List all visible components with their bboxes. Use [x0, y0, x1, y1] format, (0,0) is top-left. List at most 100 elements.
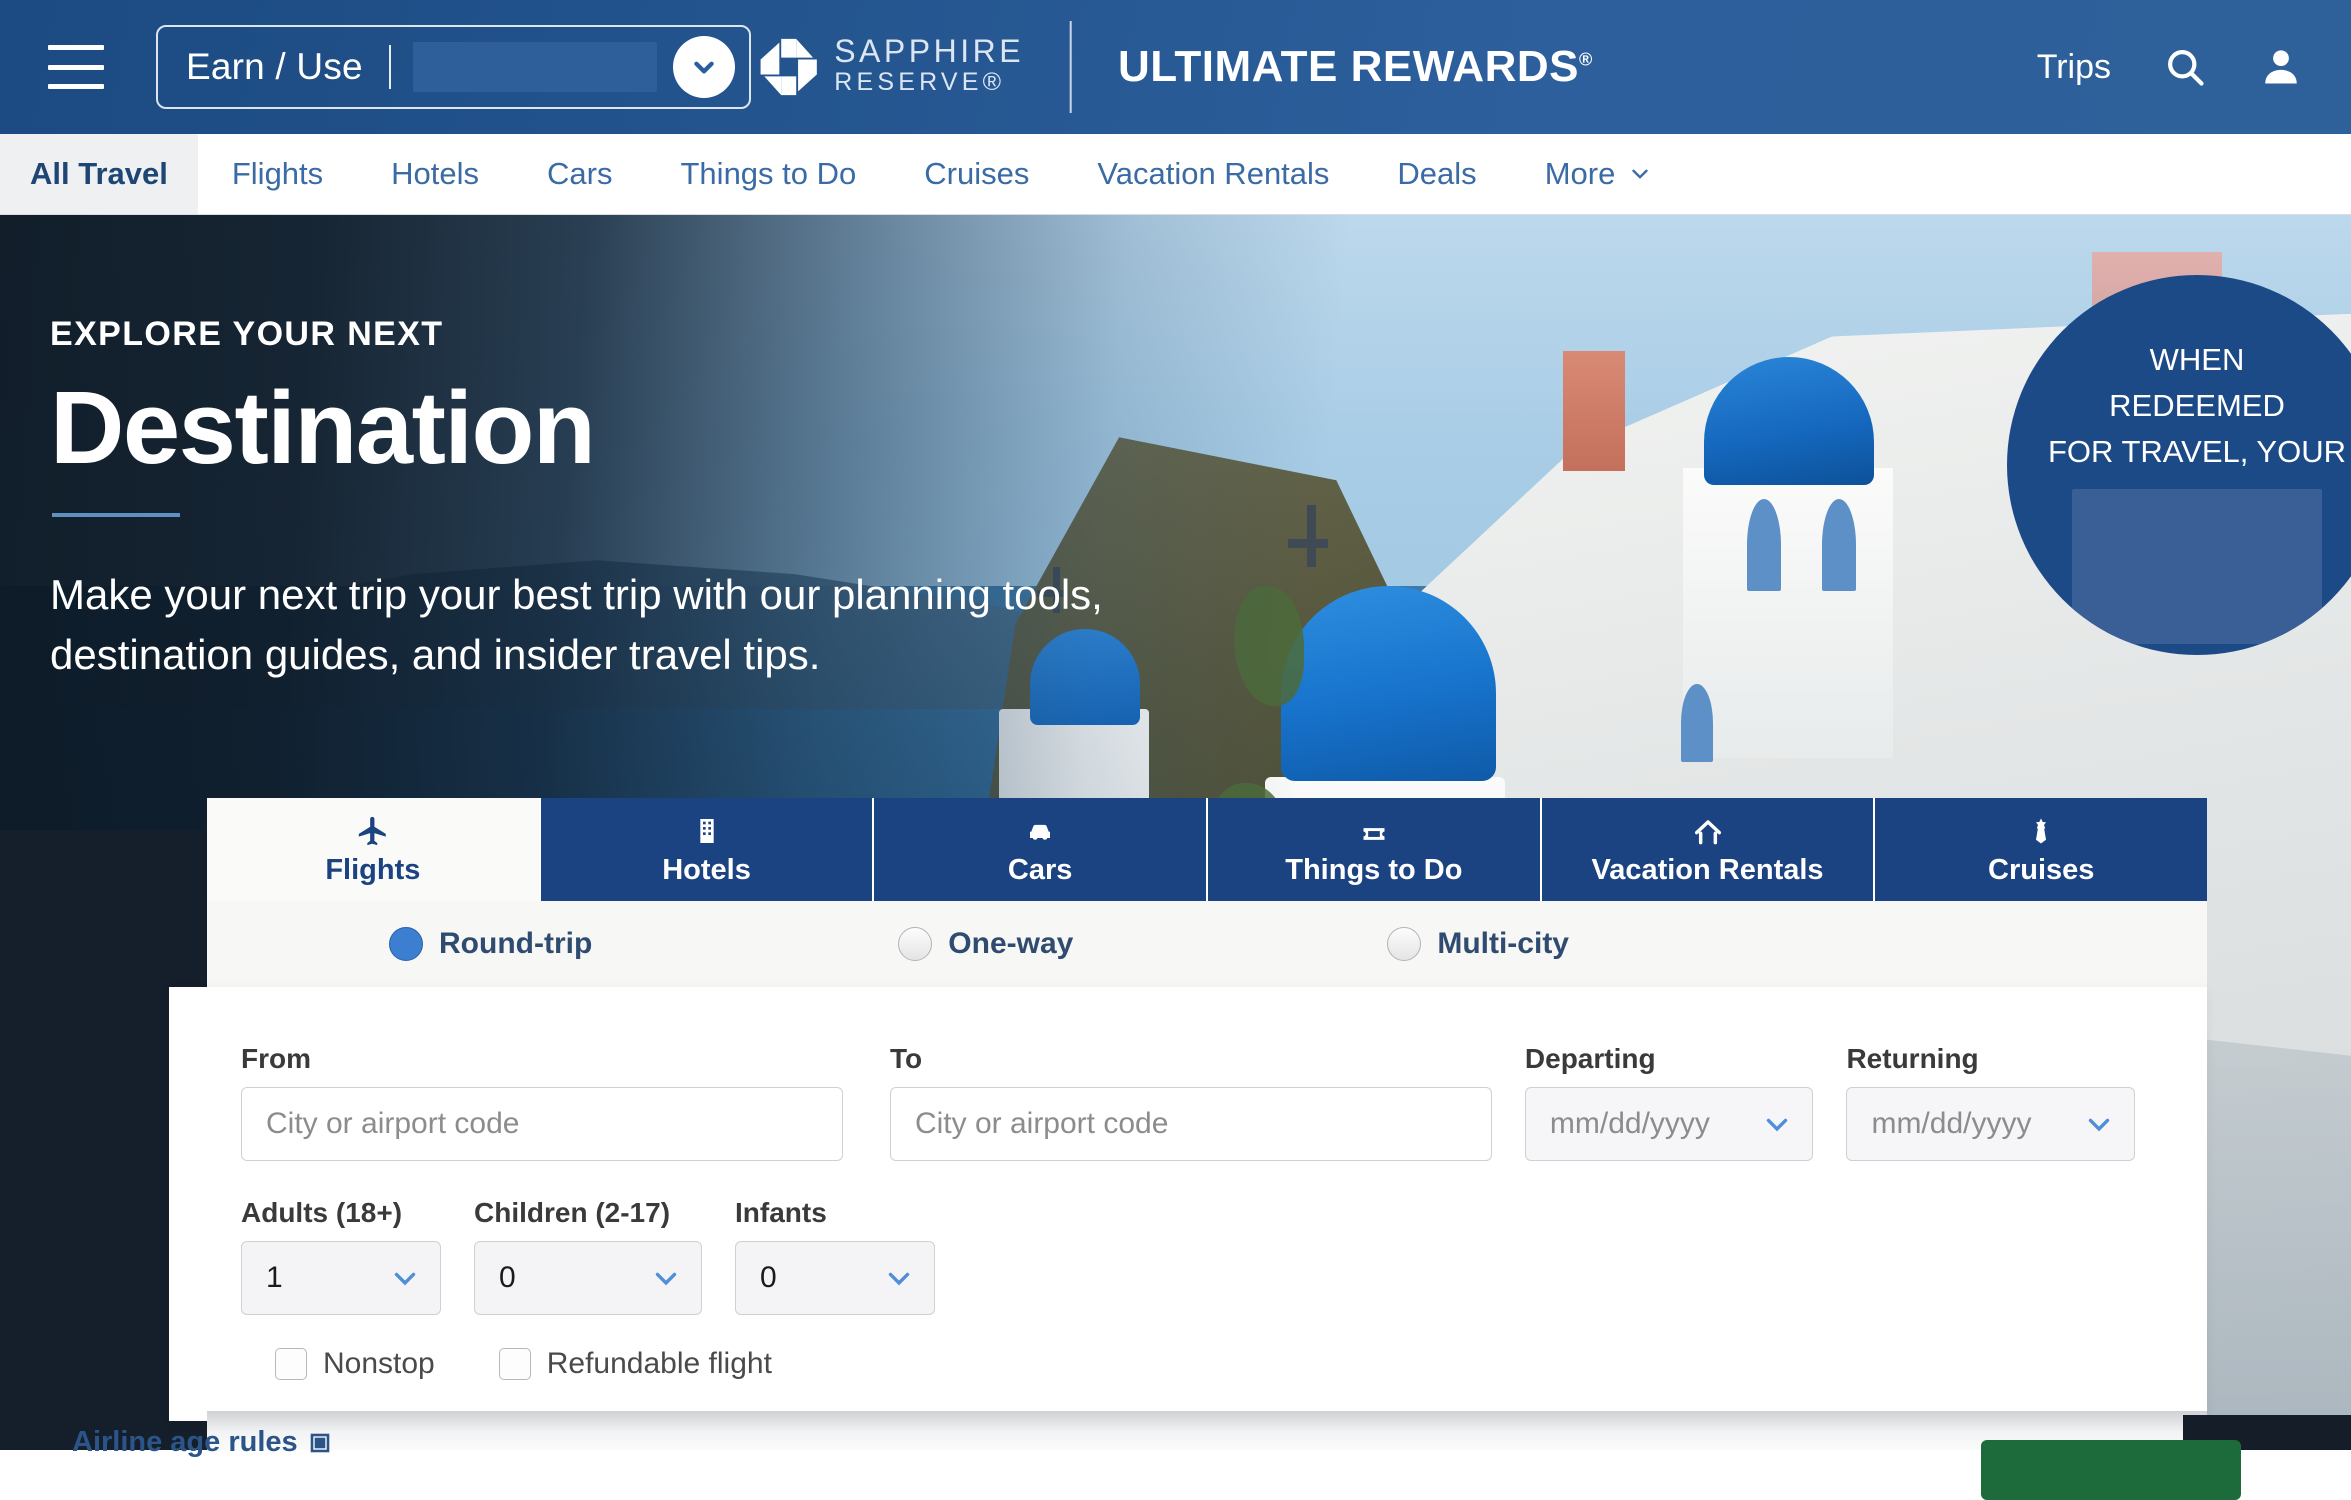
- trip-type-multi-city[interactable]: Multi-city: [1387, 927, 1569, 961]
- children-label: Children (2-17): [474, 1197, 671, 1228]
- departing-date-input[interactable]: mm/dd/yyyy: [1524, 1087, 1814, 1161]
- primary-navigation: All Travel Flights Hotels Cars Things to…: [0, 134, 2351, 215]
- chase-sapphire-reserve-logo[interactable]: SAPPHIRE RESERVE®: [758, 35, 1024, 98]
- page-title: Destination: [50, 370, 596, 485]
- external-link-icon: [308, 1431, 332, 1455]
- ultimate-rewards-text: ULTIMATE REWARDS: [1118, 42, 1580, 91]
- header-right-actions: Trips: [2037, 45, 2303, 89]
- adults-select[interactable]: 1: [241, 1241, 441, 1315]
- nav-label: Cars: [547, 156, 613, 191]
- returning-field-group: Returning mm/dd/yyyy: [1846, 1043, 2135, 1161]
- children-select[interactable]: 0: [474, 1241, 702, 1315]
- chevron-down-icon[interactable]: [649, 1261, 683, 1295]
- nav-label: Cruises: [924, 156, 1030, 191]
- tab-cruises[interactable]: Cruises: [1875, 798, 2208, 901]
- registered-mark: ®: [1579, 49, 1593, 70]
- top-header: Earn / Use SAPPHIRE RESERVE® ULTIMATE RE…: [0, 0, 2351, 134]
- tab-label: Hotels: [662, 854, 751, 886]
- hero-eyebrow: EXPLORE YOUR NEXT: [50, 315, 444, 353]
- badge-line-3: FOR TRAVEL, YOUR: [2047, 433, 2346, 469]
- nav-item-hotels[interactable]: Hotels: [357, 134, 513, 214]
- trips-link[interactable]: Trips: [2037, 48, 2111, 87]
- form-row-locations-dates: From City or airport code To City or air…: [241, 1043, 2135, 1161]
- departing-label: Departing: [1524, 1043, 1656, 1074]
- chevron-down-icon[interactable]: [882, 1261, 916, 1295]
- chevron-down-icon[interactable]: [388, 1261, 422, 1295]
- brand-divider: [1070, 21, 1073, 113]
- tab-vacation-rentals[interactable]: Vacation Rentals: [1541, 798, 1876, 901]
- chevron-down-icon[interactable]: [673, 36, 735, 98]
- refundable-option[interactable]: Refundable flight: [498, 1347, 772, 1381]
- nav-item-more[interactable]: More: [1511, 134, 1688, 214]
- chevron-down-icon: [1627, 161, 1653, 187]
- infants-value: 0: [760, 1261, 777, 1294]
- to-label: To: [889, 1043, 923, 1074]
- booking-tabs: Flights Hotels Cars Things to Do Vacatio…: [207, 798, 2208, 901]
- returning-placeholder: mm/dd/yyyy: [1871, 1107, 2032, 1140]
- nav-item-flights[interactable]: Flights: [198, 134, 357, 214]
- nav-label: More: [1544, 156, 1616, 191]
- to-placeholder: City or airport code: [914, 1107, 1169, 1140]
- sapphire-reserve-wordmark: SAPPHIRE RESERVE®: [834, 35, 1024, 98]
- adults-value: 1: [266, 1261, 283, 1294]
- nav-item-things-to-do[interactable]: Things to Do: [647, 134, 891, 214]
- booking-widget: Flights Hotels Cars Things to Do Vacatio…: [169, 798, 2208, 1421]
- user-account-icon[interactable]: [2259, 45, 2303, 89]
- badge-line-2: REDEEMED: [2109, 387, 2285, 423]
- returning-label: Returning: [1846, 1043, 1979, 1074]
- tab-label: Things to Do: [1285, 854, 1463, 886]
- hero-divider-rule: [52, 513, 180, 517]
- tab-things-to-do[interactable]: Things to Do: [1208, 798, 1542, 901]
- hotel-building-icon: [691, 812, 723, 848]
- trip-type-label: Round-trip: [439, 927, 593, 960]
- tab-label: Flights: [325, 854, 421, 886]
- trip-type-round-trip[interactable]: Round-trip: [389, 927, 592, 961]
- badge-redacted-value: [2072, 488, 2322, 644]
- nav-item-cars[interactable]: Cars: [513, 134, 646, 214]
- nav-item-all-travel[interactable]: All Travel: [0, 134, 198, 214]
- from-input[interactable]: City or airport code: [241, 1087, 843, 1161]
- from-placeholder: City or airport code: [266, 1107, 520, 1140]
- chase-octagon-logo: [760, 38, 817, 96]
- nonstop-checkbox[interactable]: [275, 1348, 307, 1380]
- adults-label: Adults (18+): [241, 1197, 403, 1228]
- hamburger-bar: [48, 64, 104, 70]
- search-icon[interactable]: [2163, 45, 2207, 89]
- nav-label: Flights: [231, 156, 324, 191]
- hamburger-bar: [48, 45, 104, 50]
- tab-cars[interactable]: Cars: [874, 798, 1209, 901]
- radio-one-way[interactable]: [898, 927, 933, 961]
- from-field-group: From City or airport code: [241, 1043, 843, 1161]
- trip-type-one-way[interactable]: One-way: [898, 927, 1073, 961]
- tab-flights[interactable]: Flights: [207, 798, 541, 901]
- infants-select[interactable]: 0: [735, 1241, 935, 1315]
- search-flights-button[interactable]: [1981, 1440, 2241, 1500]
- reserve-text: RESERVE®: [834, 68, 1006, 97]
- airline-age-rules-link[interactable]: Airline age rules: [72, 1426, 332, 1459]
- earn-use-label: Earn / Use: [186, 46, 363, 87]
- chevron-down-icon[interactable]: [2082, 1107, 2116, 1141]
- nav-item-vacation-rentals[interactable]: Vacation Rentals: [1063, 134, 1363, 214]
- nav-item-cruises[interactable]: Cruises: [890, 134, 1063, 214]
- ultimate-rewards-wordmark: ULTIMATE REWARDS®: [1118, 42, 1593, 92]
- radio-multi-city[interactable]: [1387, 927, 1422, 961]
- radio-round-trip[interactable]: [389, 927, 423, 961]
- nonstop-option[interactable]: Nonstop: [275, 1347, 435, 1381]
- chevron-down-icon[interactable]: [1760, 1107, 1794, 1141]
- nav-item-deals[interactable]: Deals: [1363, 134, 1510, 214]
- trip-type-label: One-way: [948, 927, 1074, 960]
- hamburger-menu-icon[interactable]: [48, 45, 104, 89]
- form-row-options: Nonstop Refundable flight: [241, 1347, 2135, 1381]
- refundable-label: Refundable flight: [546, 1347, 772, 1380]
- badge-line-1: WHEN: [2149, 342, 2245, 377]
- airplane-icon: [354, 812, 392, 848]
- earn-use-selector[interactable]: Earn / Use: [156, 25, 751, 109]
- nav-label: All Travel: [30, 156, 168, 191]
- to-input[interactable]: City or airport code: [889, 1087, 1492, 1161]
- tab-label: Vacation Rentals: [1591, 854, 1824, 886]
- refundable-checkbox[interactable]: [498, 1348, 531, 1380]
- tab-label: Cars: [1007, 854, 1073, 886]
- departing-field-group: Departing mm/dd/yyyy: [1524, 1043, 1814, 1161]
- returning-date-input[interactable]: mm/dd/yyyy: [1846, 1087, 2135, 1161]
- tab-hotels[interactable]: Hotels: [540, 798, 875, 901]
